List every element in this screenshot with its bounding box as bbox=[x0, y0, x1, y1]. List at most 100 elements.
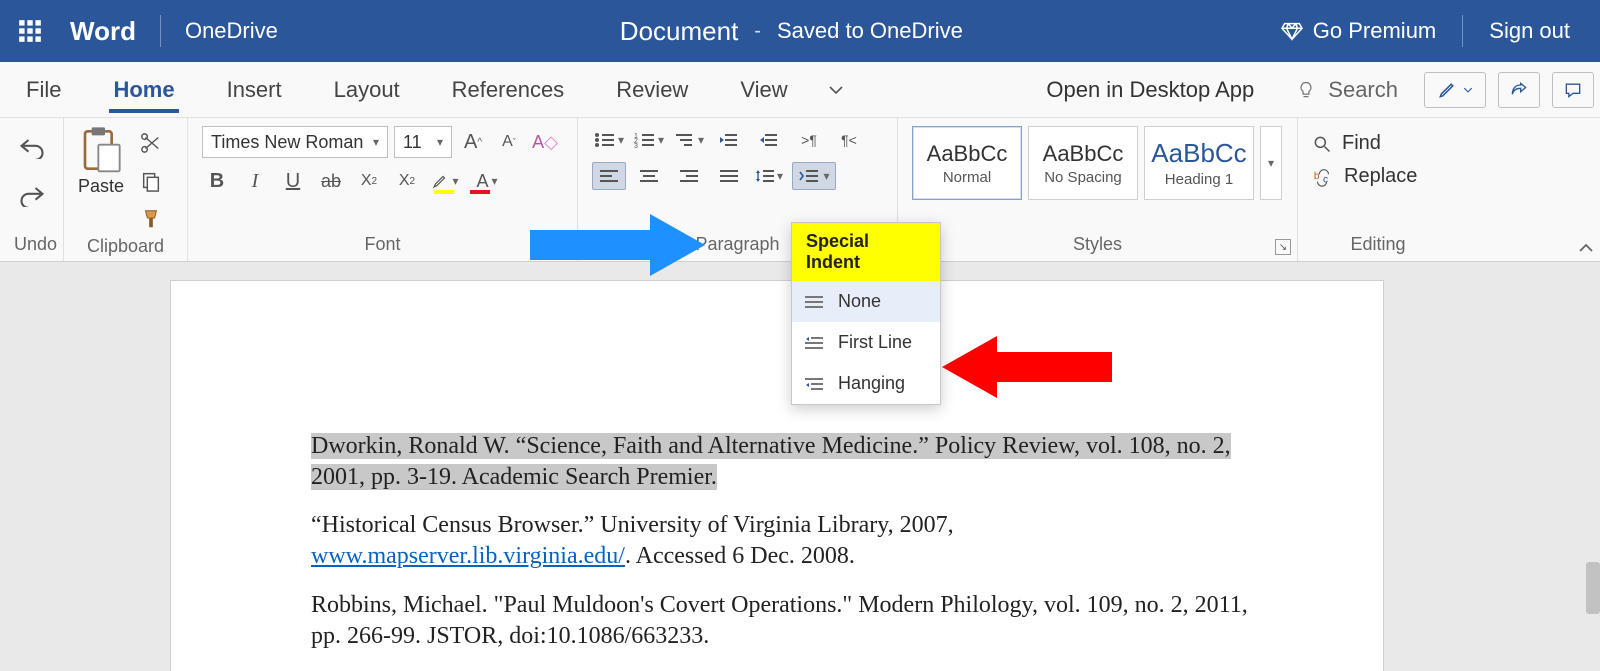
align-center-button[interactable] bbox=[632, 162, 666, 190]
open-in-desktop-button[interactable]: Open in Desktop App bbox=[1024, 62, 1276, 117]
find-label: Find bbox=[1342, 132, 1381, 155]
indent-first-line-icon bbox=[804, 335, 824, 351]
style-sample: AaBbCc bbox=[1151, 138, 1246, 169]
dropdown-item-hanging[interactable]: Hanging bbox=[792, 363, 940, 404]
align-left-icon bbox=[600, 169, 618, 183]
svg-text:b: b bbox=[1314, 170, 1320, 181]
tab-view[interactable]: View bbox=[714, 62, 813, 117]
find-button[interactable]: Find bbox=[1312, 132, 1444, 155]
bullets-button[interactable]: ▾ bbox=[592, 126, 626, 154]
title-center: Document - Saved to OneDrive bbox=[302, 16, 1281, 47]
paragraph-3[interactable]: Robbins, Michael. "Paul Muldoon's Covert… bbox=[311, 590, 1253, 651]
rtl-button[interactable]: ¶< bbox=[832, 126, 866, 154]
group-editing: Find bc Replace Editing bbox=[1298, 118, 1458, 261]
format-painter-button[interactable] bbox=[136, 204, 166, 234]
decrease-indent-button[interactable] bbox=[712, 126, 746, 154]
text: “Historical Census Browser.” University … bbox=[311, 512, 954, 538]
replace-label: Replace bbox=[1344, 165, 1417, 188]
paintbrush-icon bbox=[140, 208, 162, 230]
dropdown-label: Hanging bbox=[838, 373, 905, 394]
italic-button[interactable]: I bbox=[240, 166, 270, 196]
underline-button[interactable]: U bbox=[278, 166, 308, 196]
dropdown-header: Special Indent bbox=[792, 223, 940, 281]
increase-indent-button[interactable] bbox=[752, 126, 786, 154]
comments-button[interactable] bbox=[1552, 72, 1594, 108]
special-indent-button[interactable]: ▾ bbox=[792, 162, 836, 190]
divider bbox=[1462, 15, 1463, 47]
align-right-button[interactable] bbox=[672, 162, 706, 190]
multilevel-list-button[interactable]: ▾ bbox=[672, 126, 706, 154]
outdent-icon bbox=[719, 132, 739, 148]
chevron-down-icon: ▾ bbox=[373, 135, 379, 149]
chevron-down-icon: ▾ bbox=[452, 174, 458, 188]
lightbulb-icon bbox=[1296, 80, 1316, 100]
superscript-button[interactable]: X2 bbox=[392, 166, 422, 196]
special-indent-icon bbox=[798, 168, 820, 184]
font-name-combo[interactable]: Times New Roman ▾ bbox=[202, 126, 388, 158]
font-color-swatch bbox=[470, 190, 490, 194]
ltr-button[interactable]: >¶ bbox=[792, 126, 826, 154]
bold-button[interactable]: B bbox=[202, 166, 232, 196]
tab-home[interactable]: Home bbox=[87, 62, 200, 117]
strikethrough-button[interactable]: ab bbox=[316, 166, 346, 196]
app-launcher-icon[interactable] bbox=[0, 0, 60, 62]
location-breadcrumb[interactable]: OneDrive bbox=[161, 18, 302, 44]
chevron-up-icon bbox=[1578, 241, 1594, 255]
group-clipboard: Paste Clipboard bbox=[64, 118, 188, 261]
paragraph-2[interactable]: “Historical Census Browser.” University … bbox=[311, 510, 1253, 571]
style-heading1[interactable]: AaBbCc Heading 1 bbox=[1144, 126, 1254, 200]
paste-icon bbox=[79, 126, 123, 174]
redo-button[interactable] bbox=[17, 180, 47, 210]
paste-button[interactable]: Paste bbox=[78, 126, 124, 197]
share-button[interactable] bbox=[1498, 72, 1540, 108]
ribbon-tabs: File Home Insert Layout References Revie… bbox=[0, 62, 1600, 118]
numbering-button[interactable]: 123▾ bbox=[632, 126, 666, 154]
font-size-combo[interactable]: 11 ▾ bbox=[394, 126, 452, 158]
paragraph-1[interactable]: Dworkin, Ronald W. “Science, Faith and A… bbox=[311, 431, 1253, 492]
justify-button[interactable] bbox=[712, 162, 746, 190]
line-spacing-button[interactable]: ▾ bbox=[752, 162, 786, 190]
style-normal[interactable]: AaBbCc Normal bbox=[912, 126, 1022, 200]
align-left-button[interactable] bbox=[592, 162, 626, 190]
document-title[interactable]: Document bbox=[620, 16, 739, 47]
tab-file[interactable]: File bbox=[0, 62, 87, 117]
undo-icon bbox=[18, 135, 46, 159]
hyperlink[interactable]: www.mapserver.lib.virginia.edu/ bbox=[311, 543, 625, 569]
numbering-icon: 123 bbox=[634, 132, 656, 148]
tab-review[interactable]: Review bbox=[590, 62, 714, 117]
replace-button[interactable]: bc Replace bbox=[1312, 165, 1444, 188]
diamond-icon bbox=[1281, 20, 1303, 42]
dropdown-item-first-line[interactable]: First Line bbox=[792, 322, 940, 363]
font-name-value: Times New Roman bbox=[211, 132, 363, 153]
group-label-editing: Editing bbox=[1312, 232, 1444, 255]
undo-button[interactable] bbox=[17, 132, 47, 162]
editing-mode-button[interactable] bbox=[1424, 72, 1486, 108]
annotation-arrow-red bbox=[942, 336, 1112, 398]
style-sample: AaBbCc bbox=[927, 141, 1008, 167]
comment-icon bbox=[1563, 80, 1583, 100]
clear-formatting-button[interactable]: A◇ bbox=[530, 127, 560, 157]
search-box[interactable]: Search bbox=[1276, 62, 1418, 117]
styles-dialog-launcher[interactable]: ↘ bbox=[1275, 239, 1291, 255]
go-premium-button[interactable]: Go Premium bbox=[1281, 18, 1436, 44]
styles-gallery-more[interactable]: ▾ bbox=[1260, 126, 1282, 200]
page[interactable]: Dworkin, Ronald W. “Science, Faith and A… bbox=[170, 280, 1384, 671]
cut-button[interactable] bbox=[136, 128, 166, 158]
chevron-down-icon: ▾ bbox=[491, 174, 497, 188]
grow-font-button[interactable]: A^ bbox=[458, 127, 488, 157]
tab-layout[interactable]: Layout bbox=[308, 62, 426, 117]
style-no-spacing[interactable]: AaBbCc No Spacing bbox=[1028, 126, 1138, 200]
scrollbar-thumb[interactable] bbox=[1586, 562, 1600, 614]
tabs-overflow[interactable] bbox=[814, 62, 858, 117]
subscript-button[interactable]: X2 bbox=[354, 166, 384, 196]
style-sample: AaBbCc bbox=[1043, 141, 1124, 167]
copy-button[interactable] bbox=[136, 166, 166, 196]
multilevel-icon bbox=[674, 132, 696, 148]
sign-out-link[interactable]: Sign out bbox=[1489, 18, 1570, 44]
dropdown-item-none[interactable]: None bbox=[792, 281, 940, 322]
shrink-font-button[interactable]: Aˇ bbox=[494, 127, 524, 157]
tab-references[interactable]: References bbox=[426, 62, 591, 117]
collapse-ribbon-button[interactable] bbox=[1572, 118, 1600, 261]
text: . Accessed 6 Dec. 2008. bbox=[625, 543, 855, 569]
tab-insert[interactable]: Insert bbox=[201, 62, 308, 117]
